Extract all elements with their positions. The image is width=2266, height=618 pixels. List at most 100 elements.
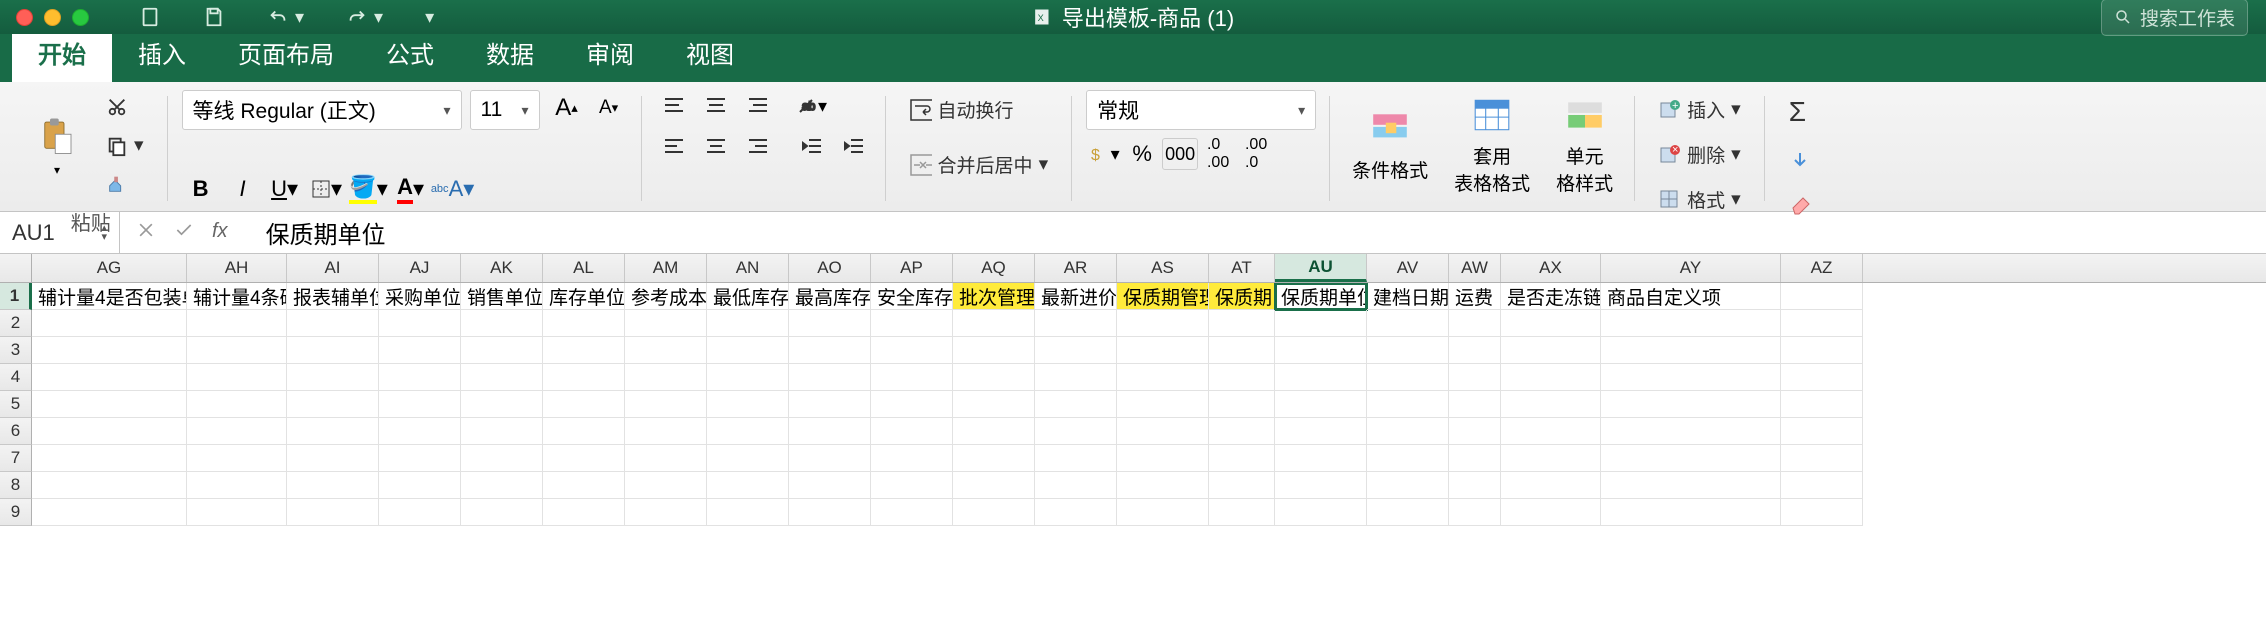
- conditional-format-button[interactable]: 条件格式: [1344, 104, 1436, 187]
- cell-AT8[interactable]: [1209, 472, 1275, 499]
- cell-AY8[interactable]: [1601, 472, 1781, 499]
- column-header-AX[interactable]: AX: [1501, 254, 1601, 282]
- row-header-5[interactable]: 5: [0, 391, 32, 418]
- column-header-AS[interactable]: AS: [1117, 254, 1209, 282]
- underline-button[interactable]: U▾: [266, 171, 304, 207]
- cell-AM2[interactable]: [625, 310, 707, 337]
- cell-AY2[interactable]: [1601, 310, 1781, 337]
- spreadsheet-grid[interactable]: AGAHAIAJAKALAMANAOAPAQARASATAUAVAWAXAYAZ…: [0, 254, 2266, 618]
- cell-AQ4[interactable]: [953, 364, 1035, 391]
- font-color-button[interactable]: A▾: [392, 171, 430, 207]
- cell-AL2[interactable]: [543, 310, 625, 337]
- cell-AV6[interactable]: [1367, 418, 1449, 445]
- cell-AW6[interactable]: [1449, 418, 1501, 445]
- column-header-AT[interactable]: AT: [1209, 254, 1275, 282]
- cell-AO8[interactable]: [789, 472, 871, 499]
- font-size-select[interactable]: 11▾: [470, 90, 540, 130]
- cell-AS6[interactable]: [1117, 418, 1209, 445]
- cell-AP7[interactable]: [871, 445, 953, 472]
- cell-AO1[interactable]: 最高库存: [789, 283, 871, 310]
- cell-AK8[interactable]: [461, 472, 543, 499]
- cell-AK3[interactable]: [461, 337, 543, 364]
- row-header-8[interactable]: 8: [0, 472, 32, 499]
- increase-font-button[interactable]: A▴: [548, 90, 586, 126]
- increase-indent-button[interactable]: [836, 130, 872, 162]
- cell-AY7[interactable]: [1601, 445, 1781, 472]
- cell-AQ6[interactable]: [953, 418, 1035, 445]
- cell-AS8[interactable]: [1117, 472, 1209, 499]
- cell-AG4[interactable]: [32, 364, 187, 391]
- cell-AM9[interactable]: [625, 499, 707, 526]
- paste-button[interactable]: ▾: [28, 111, 86, 181]
- cell-AJ2[interactable]: [379, 310, 461, 337]
- cell-AV2[interactable]: [1367, 310, 1449, 337]
- merge-center-button[interactable]: 合并后居中 ▾: [900, 145, 1059, 184]
- column-header-AP[interactable]: AP: [871, 254, 953, 282]
- cell-AU8[interactable]: [1275, 472, 1367, 499]
- cell-AS2[interactable]: [1117, 310, 1209, 337]
- cell-AU2[interactable]: [1275, 310, 1367, 337]
- cell-AQ7[interactable]: [953, 445, 1035, 472]
- cell-AT7[interactable]: [1209, 445, 1275, 472]
- format-painter-button[interactable]: [96, 167, 154, 201]
- cell-AM6[interactable]: [625, 418, 707, 445]
- cell-AO7[interactable]: [789, 445, 871, 472]
- cell-AK5[interactable]: [461, 391, 543, 418]
- cell-AT6[interactable]: [1209, 418, 1275, 445]
- insert-cells-button[interactable]: +插入 ▾: [1649, 90, 1751, 129]
- save-icon[interactable]: [193, 0, 235, 34]
- cell-AV4[interactable]: [1367, 364, 1449, 391]
- cell-AT2[interactable]: [1209, 310, 1275, 337]
- redo-icon[interactable]: ▾: [336, 0, 393, 34]
- cell-AZ8[interactable]: [1781, 472, 1863, 499]
- align-right-button[interactable]: [740, 130, 776, 162]
- align-top-button[interactable]: [656, 90, 692, 122]
- column-header-AI[interactable]: AI: [287, 254, 379, 282]
- cell-AX3[interactable]: [1501, 337, 1601, 364]
- cell-AP3[interactable]: [871, 337, 953, 364]
- cell-AR7[interactable]: [1035, 445, 1117, 472]
- cell-AV8[interactable]: [1367, 472, 1449, 499]
- cell-AJ3[interactable]: [379, 337, 461, 364]
- cell-AW1[interactable]: 运费: [1449, 283, 1501, 310]
- cell-AM8[interactable]: [625, 472, 707, 499]
- format-as-table-button[interactable]: 套用 表格格式: [1446, 90, 1538, 200]
- formula-input[interactable]: [258, 219, 2266, 247]
- cell-AJ8[interactable]: [379, 472, 461, 499]
- cell-AJ7[interactable]: [379, 445, 461, 472]
- cell-AK1[interactable]: 销售单位: [461, 283, 543, 310]
- cell-AS7[interactable]: [1117, 445, 1209, 472]
- cell-AX7[interactable]: [1501, 445, 1601, 472]
- cell-AH7[interactable]: [187, 445, 287, 472]
- cell-AN5[interactable]: [707, 391, 789, 418]
- cell-AW2[interactable]: [1449, 310, 1501, 337]
- column-header-AK[interactable]: AK: [461, 254, 543, 282]
- cell-AX5[interactable]: [1501, 391, 1601, 418]
- cell-AN1[interactable]: 最低库存: [707, 283, 789, 310]
- fx-icon[interactable]: fx: [212, 220, 242, 245]
- cell-AK9[interactable]: [461, 499, 543, 526]
- cell-AN6[interactable]: [707, 418, 789, 445]
- cell-AZ9[interactable]: [1781, 499, 1863, 526]
- cell-AG2[interactable]: [32, 310, 187, 337]
- column-header-AH[interactable]: AH: [187, 254, 287, 282]
- format-cells-button[interactable]: 格式 ▾: [1649, 180, 1751, 219]
- cell-AI5[interactable]: [287, 391, 379, 418]
- cell-AM4[interactable]: [625, 364, 707, 391]
- cell-AO6[interactable]: [789, 418, 871, 445]
- confirm-formula-icon[interactable]: [174, 220, 194, 245]
- cell-AZ1[interactable]: [1781, 283, 1863, 310]
- cell-AL3[interactable]: [543, 337, 625, 364]
- cell-AH1[interactable]: 辅计量4条码: [187, 283, 287, 310]
- cell-AL8[interactable]: [543, 472, 625, 499]
- cell-AI3[interactable]: [287, 337, 379, 364]
- cell-AK7[interactable]: [461, 445, 543, 472]
- cell-AQ1[interactable]: 批次管理: [953, 283, 1035, 310]
- cell-AJ4[interactable]: [379, 364, 461, 391]
- close-window-button[interactable]: [16, 9, 33, 26]
- cell-AW5[interactable]: [1449, 391, 1501, 418]
- cell-AI4[interactable]: [287, 364, 379, 391]
- clear-button[interactable]: [1779, 188, 1821, 222]
- font-name-select[interactable]: 等线 Regular (正文)▾: [182, 90, 462, 130]
- cell-AH6[interactable]: [187, 418, 287, 445]
